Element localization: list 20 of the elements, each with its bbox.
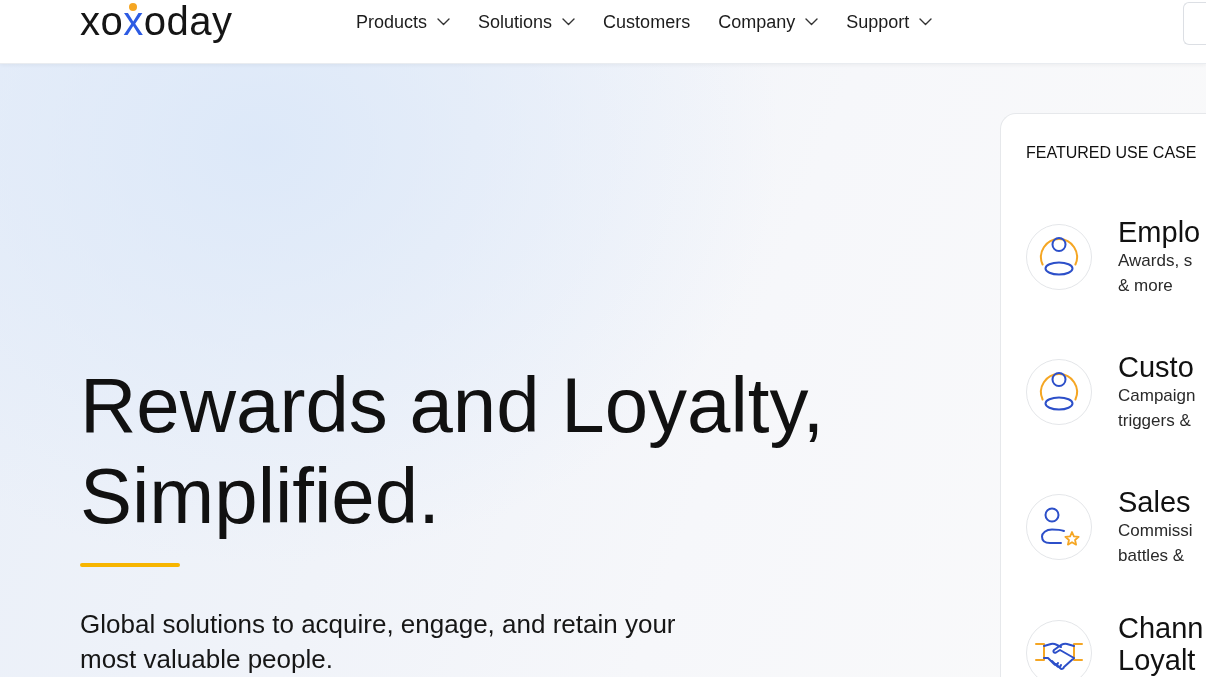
hero-subtitle: Global solutions to acquire, engage, and retain your most valuable people.	[80, 608, 677, 676]
nav-link[interactable]: Products	[356, 10, 451, 34]
nav-link[interactable]: Company	[718, 10, 819, 34]
use-case-description: Awards, s & more	[1118, 250, 1194, 297]
use-case-title[interactable]: Chann Loyalt	[1118, 612, 1206, 676]
logo-wordmark[interactable]: xoxoday	[80, 0, 233, 42]
use-case-title[interactable]: Emplo	[1118, 216, 1206, 248]
nav-link[interactable]: Support	[846, 10, 933, 34]
use-case-description: Campaign triggers &	[1118, 385, 1197, 432]
person-icon	[1026, 224, 1092, 290]
person-icon	[1026, 359, 1092, 425]
use-case-title[interactable]: Custo	[1118, 351, 1206, 383]
nav-link[interactable]: Solutions	[478, 10, 576, 34]
use-case-title[interactable]: Sales	[1118, 486, 1206, 518]
use-case-description: Commissi battles &	[1118, 520, 1194, 567]
panel-heading: FEATURED USE CASE	[1026, 143, 1198, 163]
header-button[interactable]	[1183, 2, 1206, 45]
dot-icon	[129, 3, 137, 11]
nav-link[interactable]: Customers	[603, 10, 691, 34]
hero-heading: Rewards and Loyalty, Simplified.	[80, 360, 826, 542]
